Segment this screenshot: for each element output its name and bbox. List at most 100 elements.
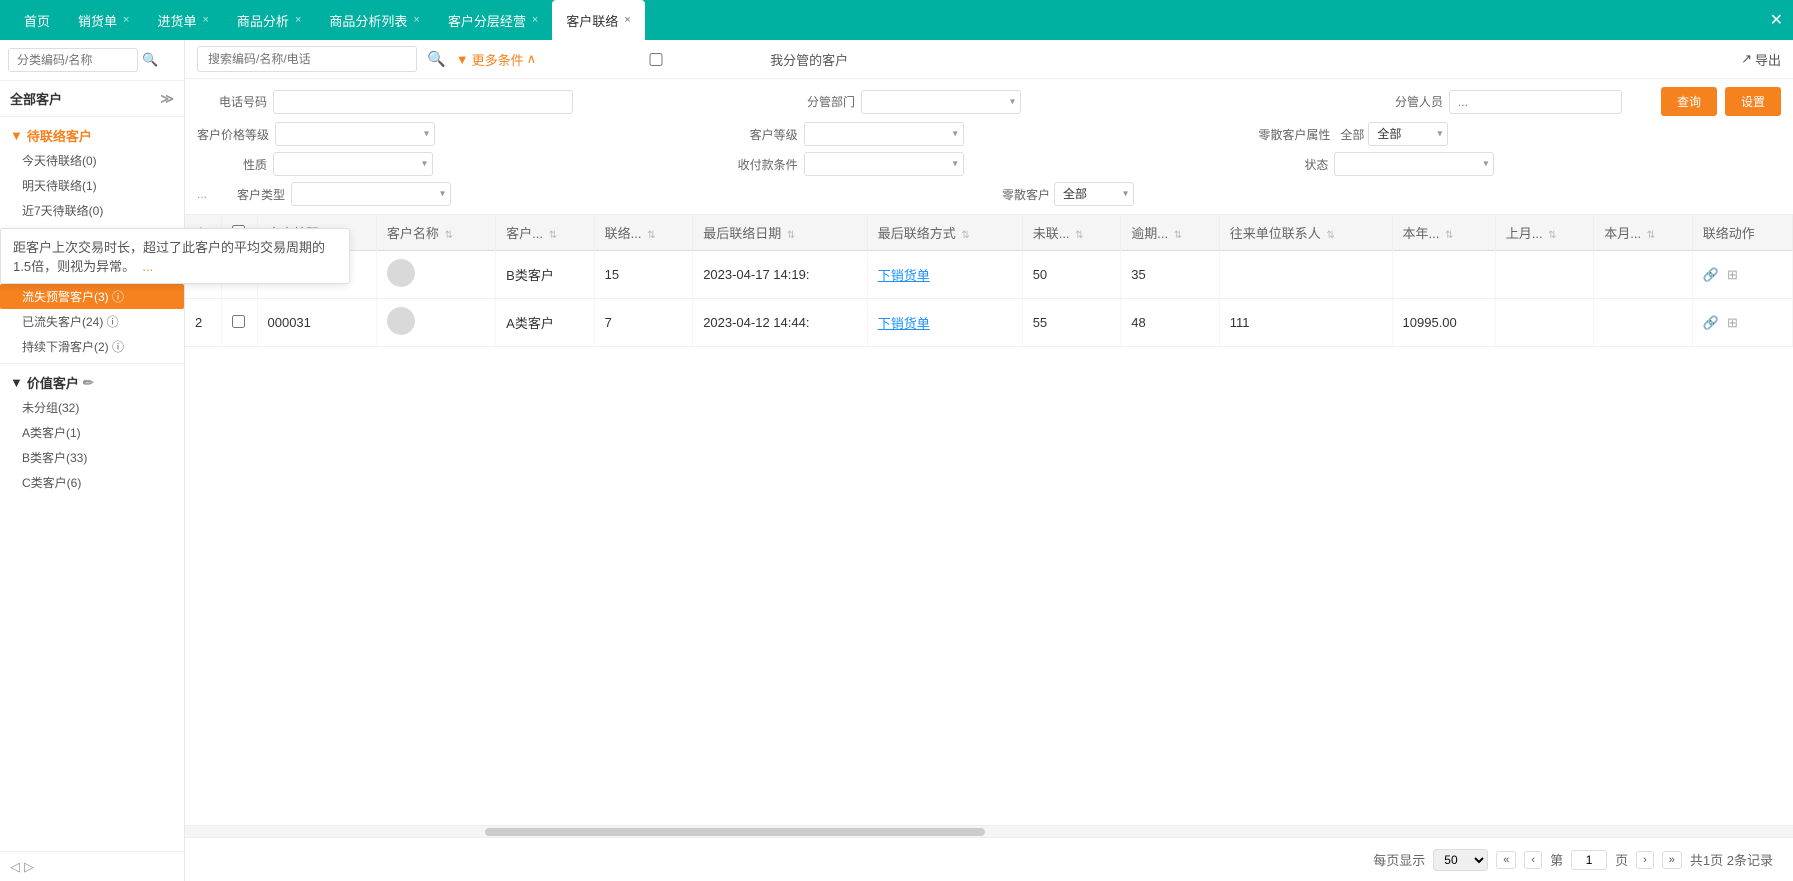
sidebar-edit-icon[interactable]: ✏ <box>83 375 94 391</box>
my-customers-checkbox-label[interactable]: 我分管的客户 <box>546 50 848 69</box>
td-contacts-2: 111 <box>1219 299 1392 347</box>
filter-zero-attr-select-wrap: 全部 <box>1368 122 1448 146</box>
query-button[interactable]: 查询 <box>1661 87 1717 116</box>
nav-customer-tier[interactable]: 客户分层经营 × <box>434 0 552 40</box>
more-conditions-button[interactable]: ▼ 更多条件 ∧ <box>456 50 536 69</box>
sort-icon-uncontacted: ⇅ <box>1075 230 1083 241</box>
action-icons-1: 🔗 ⊞ <box>1703 267 1782 283</box>
sidebar-item-7days-pending[interactable]: 近7天待联络(0) <box>0 198 184 223</box>
main-search-input[interactable] <box>197 46 417 72</box>
th-contacts[interactable]: 往来单位联系人 ⇅ <box>1219 215 1392 251</box>
sidebar-item-tomorrow-pending[interactable]: 明天待联络(1) <box>0 173 184 198</box>
sidebar-scroll-left[interactable]: ◁ <box>10 859 20 875</box>
my-customers-checkbox[interactable] <box>546 53 766 66</box>
first-page-button[interactable]: « <box>1496 851 1516 869</box>
nav-product-analysis-list[interactable]: 商品分析列表 × <box>315 0 433 40</box>
filter-phone-input[interactable] <box>273 90 573 114</box>
page-size-select[interactable]: 50 100 200 <box>1433 849 1488 871</box>
sidebar-item-loss-warning[interactable]: 流失预警客户(3) ⓘ <box>0 284 184 309</box>
td-this-month-2 <box>1594 299 1693 347</box>
close-customer-tier-icon[interactable]: × <box>532 14 538 26</box>
th-this-month[interactable]: 本月... ⇅ <box>1594 215 1693 251</box>
sidebar-group-value-customers[interactable]: ▼ 价值客户 ✏ <box>0 368 184 395</box>
main-layout: 🔍 全部客户 ≫ ▼ 待联络客户 今天待联络(0) 明天待联络(1) 近7天待联… <box>0 40 1793 881</box>
sidebar-search-input[interactable] <box>8 48 138 72</box>
sidebar-item-class-b[interactable]: B类客户(33) <box>0 445 184 470</box>
horizontal-scrollbar-thumb[interactable] <box>485 828 985 836</box>
sidebar-item-class-a[interactable]: A类客户(1) <box>0 420 184 445</box>
action-grid-icon-1[interactable]: ⊞ <box>1727 267 1738 283</box>
td-method-1: 下销货单 <box>867 251 1022 299</box>
th-last-month[interactable]: 上月... ⇅ <box>1495 215 1594 251</box>
page-number-input[interactable] <box>1571 850 1607 870</box>
th-customer-level[interactable]: 客户... ⇅ <box>496 215 595 251</box>
filter-zero-customer-select-wrap: 全部 <box>1054 182 1134 206</box>
next-page-button[interactable]: › <box>1636 851 1654 869</box>
sidebar-item-class-c[interactable]: C类客户(6) <box>0 470 184 495</box>
th-uncontacted[interactable]: 未联... ⇅ <box>1022 215 1121 251</box>
sidebar-group-pending-contact[interactable]: ▼ 待联络客户 <box>0 121 184 148</box>
filter-icon: ▼ <box>456 52 469 67</box>
sidebar-collapse-icon[interactable]: ≫ <box>160 91 174 107</box>
filter-nature-select[interactable] <box>273 152 433 176</box>
close-product-analysis-icon[interactable]: × <box>295 14 301 26</box>
filter-price-grade-label: 客户价格等级 <box>197 126 269 143</box>
filter-dept-select[interactable] <box>861 90 1021 114</box>
method-link-1[interactable]: 下销货单 <box>878 268 930 283</box>
nav-product-analysis[interactable]: 商品分析 × <box>223 0 315 40</box>
close-sales-order-icon[interactable]: × <box>123 14 129 26</box>
prev-page-button[interactable]: ‹ <box>1524 851 1542 869</box>
filter-customer-type-select[interactable] <box>291 182 451 206</box>
filter-person-input[interactable] <box>1449 90 1622 114</box>
action-link-icon-1[interactable]: 🔗 <box>1703 267 1719 283</box>
filter-zero-attr-select[interactable]: 全部 <box>1368 122 1448 146</box>
nav-purchase-order[interactable]: 进货单 × <box>143 0 222 40</box>
filter-bar: 🔍 ▼ 更多条件 ∧ 我分管的客户 ↗ 导出 <box>185 40 1793 79</box>
export-button[interactable]: ↗ 导出 <box>1741 50 1781 69</box>
table-row: 1 000039 B类客户 15 2023-04-17 14:19: 下销货单 <box>185 251 1793 299</box>
sidebar-search-icon[interactable]: 🔍 <box>142 52 158 68</box>
close-product-analysis-list-icon[interactable]: × <box>413 14 419 26</box>
filter-dept-select-wrap <box>861 90 1021 114</box>
filter-more-button[interactable]: ... <box>197 187 207 201</box>
filter-dept-field: 分管部门 <box>785 90 1365 114</box>
close-purchase-order-icon[interactable]: × <box>202 14 208 26</box>
settings-button[interactable]: 设置 <box>1725 87 1781 116</box>
horizontal-scrollbar[interactable] <box>185 825 1793 837</box>
sidebar-scroll-right[interactable]: ▷ <box>24 859 34 875</box>
filter-payment-select[interactable] <box>804 152 964 176</box>
nav-sales-order[interactable]: 销货单 × <box>64 0 143 40</box>
page-label: 第 <box>1550 850 1563 869</box>
td-overdue-2: 48 <box>1121 299 1220 347</box>
sidebar-item-declining-customers[interactable]: 持续下滑客户(2) ⓘ <box>0 334 184 359</box>
filter-customer-grade-select[interactable] <box>804 122 964 146</box>
filter-zero-customer-select[interactable]: 全部 <box>1054 182 1134 206</box>
td-contacts-1 <box>1219 251 1392 299</box>
th-last-contact-method[interactable]: 最后联络方式 ⇅ <box>867 215 1022 251</box>
th-contact-count[interactable]: 联络... ⇅ <box>594 215 693 251</box>
nav-home[interactable]: 首页 <box>10 0 64 40</box>
filter-zero-customer-field: 零散客户 全部 <box>1002 182 1781 206</box>
sidebar-item-lost-customers[interactable]: 已流失客户(24) ⓘ <box>0 309 184 334</box>
th-this-year[interactable]: 本年... ⇅ <box>1392 215 1495 251</box>
filter-payment-wrap <box>804 152 964 176</box>
th-last-contact-date[interactable]: 最后联络日期 ⇅ <box>693 215 868 251</box>
th-customer-name[interactable]: 客户名称 ⇅ <box>376 215 495 251</box>
filter-price-grade-field: 客户价格等级 <box>197 122 720 146</box>
action-link-icon-2[interactable]: 🔗 <box>1703 315 1719 331</box>
method-link-2[interactable]: 下销货单 <box>878 316 930 331</box>
sidebar-item-ungrouped[interactable]: 未分组(32) <box>0 395 184 420</box>
close-customer-contact-icon[interactable]: × <box>624 14 630 26</box>
th-overdue[interactable]: 逾期... ⇅ <box>1121 215 1220 251</box>
last-page-button[interactable]: » <box>1662 851 1682 869</box>
nav-customer-contact[interactable]: 客户联络 × <box>552 0 644 40</box>
sidebar-all-customers-label: 全部客户 <box>10 89 62 108</box>
sort-icon-name: ⇅ <box>444 230 452 241</box>
filter-status-select[interactable] <box>1334 152 1494 176</box>
action-grid-icon-2[interactable]: ⊞ <box>1727 315 1738 331</box>
row-checkbox-2[interactable] <box>232 315 245 328</box>
main-search-button[interactable]: 🔍 <box>427 50 446 68</box>
sidebar-item-today-pending[interactable]: 今天待联络(0) <box>0 148 184 173</box>
filter-price-grade-select[interactable] <box>275 122 435 146</box>
window-close-icon[interactable]: ✕ <box>1770 10 1783 30</box>
